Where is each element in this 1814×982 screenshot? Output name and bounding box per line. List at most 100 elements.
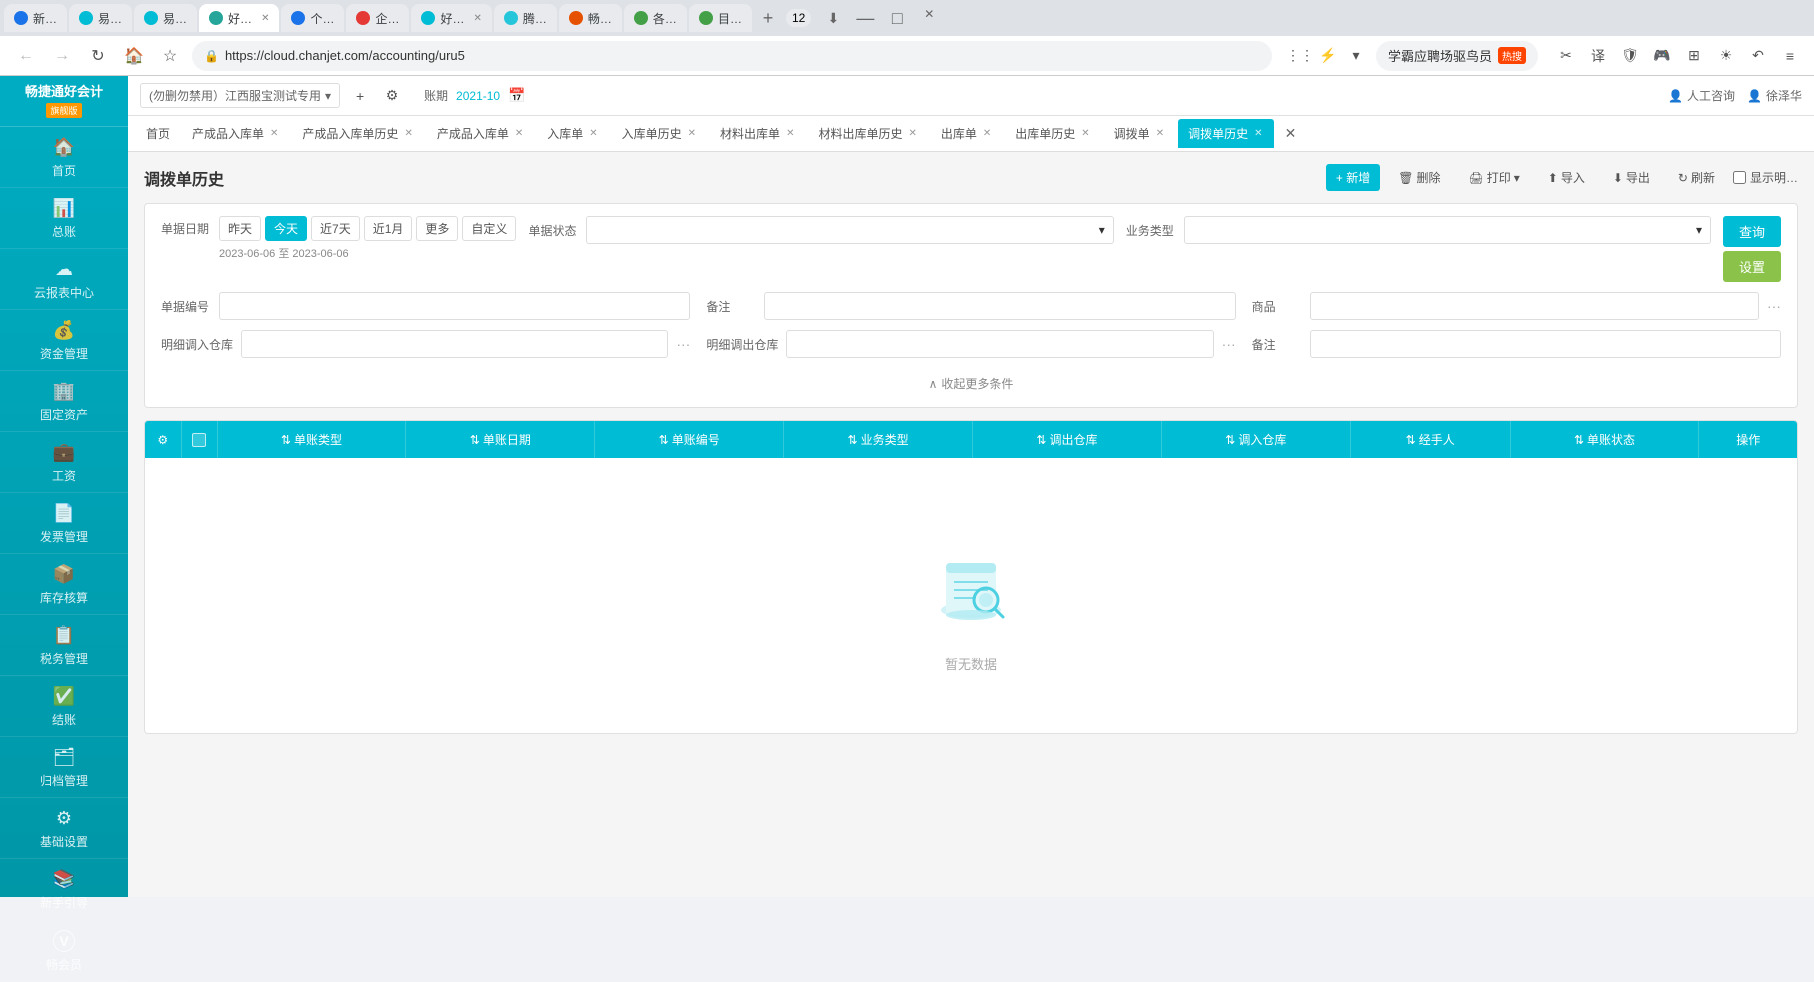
- tab-transfer-history[interactable]: 调拨单历史 ✕: [1178, 119, 1274, 148]
- tab-close-icon[interactable]: ✕: [261, 13, 269, 24]
- settings-gear-icon[interactable]: ⚙: [157, 433, 168, 447]
- back-button[interactable]: ←: [12, 42, 40, 70]
- date-btn-more[interactable]: 更多: [416, 216, 458, 241]
- detail-out-input[interactable]: [786, 330, 1213, 358]
- browser-tab-11[interactable]: 目…: [689, 4, 752, 32]
- sidebar-item-ledger[interactable]: 📊 总账: [0, 188, 128, 249]
- delete-button[interactable]: 🗑 删除: [1388, 164, 1450, 191]
- tab-material-outbound-history[interactable]: 材料出库单历史 ✕: [808, 119, 928, 148]
- import-button[interactable]: ⬆ 导入: [1538, 164, 1595, 191]
- game-icon[interactable]: 🎮: [1650, 44, 1674, 68]
- tab-close-icon[interactable]: ✕: [981, 127, 993, 140]
- col-status[interactable]: ⇅ 单账状态: [1510, 421, 1699, 458]
- tab-product-inbound[interactable]: 产成品入库单 ✕: [182, 119, 290, 148]
- minimize-button[interactable]: —: [851, 4, 879, 32]
- collapse-button[interactable]: ∧ 收起更多条件: [917, 372, 1026, 395]
- detail-out-more-icon[interactable]: ···: [1222, 336, 1236, 352]
- new-tab-button[interactable]: +: [754, 4, 782, 32]
- display-checkbox[interactable]: [1733, 171, 1746, 184]
- undo-icon[interactable]: ↶: [1746, 44, 1770, 68]
- browser-tab-4[interactable]: 好… ✕: [199, 4, 279, 32]
- sidebar-item-payroll[interactable]: 💼 工资: [0, 432, 128, 493]
- col-checkbox[interactable]: [181, 421, 217, 458]
- home-button[interactable]: 🏠: [120, 42, 148, 70]
- col-out-warehouse[interactable]: ⇅ 调出仓库: [973, 421, 1162, 458]
- browser-tab-2[interactable]: 易…: [69, 4, 132, 32]
- tab-transfer[interactable]: 调拨单 ✕: [1104, 119, 1176, 148]
- shield-icon[interactable]: 🛡: [1618, 44, 1642, 68]
- date-btn-7days[interactable]: 近7天: [311, 216, 360, 241]
- browser-tab-8[interactable]: 腾…: [494, 4, 557, 32]
- grid2-icon[interactable]: ⊞: [1682, 44, 1706, 68]
- col-biz-type[interactable]: ⇅ 业务类型: [784, 421, 973, 458]
- browser-tab-1[interactable]: 新…: [4, 4, 67, 32]
- product-input[interactable]: [1310, 292, 1759, 320]
- reload-button[interactable]: ↻: [84, 42, 112, 70]
- query-button[interactable]: 查询: [1723, 216, 1781, 247]
- col-settings[interactable]: ⚙: [145, 421, 181, 458]
- tab-close-icon[interactable]: ✕: [474, 13, 482, 24]
- dropdown-icon[interactable]: ▾: [1344, 44, 1368, 68]
- translate-icon[interactable]: 译: [1586, 44, 1610, 68]
- date-btn-1month[interactable]: 近1月: [364, 216, 413, 241]
- tab-outbound-history[interactable]: 出库单历史 ✕: [1005, 119, 1101, 148]
- tab-close-icon[interactable]: ✕: [1079, 127, 1091, 140]
- sidebar-item-assets[interactable]: 🏢 固定资产: [0, 371, 128, 432]
- menu-icon[interactable]: ≡: [1778, 44, 1802, 68]
- tab-close-icon[interactable]: ✕: [906, 127, 918, 140]
- tab-outbound[interactable]: 出库单 ✕: [931, 119, 1003, 148]
- add-company-icon[interactable]: +: [348, 84, 372, 108]
- display-toggle[interactable]: 显示明…: [1733, 169, 1798, 186]
- settings-button[interactable]: 设置: [1723, 251, 1781, 282]
- sidebar-item-archive[interactable]: 🗂 归档管理: [0, 737, 128, 798]
- col-handler[interactable]: ⇅ 经手人: [1350, 421, 1510, 458]
- user-info[interactable]: 👤 徐泽华: [1747, 87, 1802, 104]
- col-number[interactable]: ⇅ 单账编号: [595, 421, 784, 458]
- tab-close-icon[interactable]: ✕: [402, 127, 414, 140]
- browser-tab-7[interactable]: 好… ✕: [411, 4, 491, 32]
- grid-icon[interactable]: ⋮⋮: [1288, 44, 1312, 68]
- note2-input[interactable]: [1310, 330, 1781, 358]
- print-button[interactable]: 🖨 打印 ▾: [1458, 164, 1529, 191]
- sidebar-item-invoice[interactable]: 📄 发票管理: [0, 493, 128, 554]
- calendar-icon[interactable]: 📅: [508, 87, 525, 104]
- date-btn-today[interactable]: 今天: [265, 216, 307, 241]
- sidebar-item-tax[interactable]: 📋 税务管理: [0, 615, 128, 676]
- new-button[interactable]: + 新增: [1326, 164, 1380, 191]
- sidebar-item-guide[interactable]: 📚 新手引导: [0, 859, 128, 920]
- scissors-icon[interactable]: ✂: [1554, 44, 1578, 68]
- tab-downloads-icon[interactable]: ⬇: [819, 4, 847, 32]
- tab-inbound[interactable]: 入库单 ✕: [537, 119, 609, 148]
- date-btn-yesterday[interactable]: 昨天: [219, 216, 261, 241]
- close-button[interactable]: ✕: [915, 4, 943, 24]
- address-input[interactable]: 🔒 https://cloud.chanjet.com/accounting/u…: [192, 41, 1272, 71]
- browser-tab-10[interactable]: 各…: [624, 4, 687, 32]
- sun-icon[interactable]: ☀: [1714, 44, 1738, 68]
- browser-tab-9[interactable]: 畅…: [559, 4, 622, 32]
- note-input[interactable]: [764, 292, 1235, 320]
- sidebar-item-inventory[interactable]: 📦 库存核算: [0, 554, 128, 615]
- status-select[interactable]: ▾: [586, 216, 1113, 244]
- doc-num-input[interactable]: [219, 292, 690, 320]
- tab-close-icon[interactable]: ✕: [1154, 127, 1166, 140]
- sidebar-item-closing[interactable]: ✅ 结账: [0, 676, 128, 737]
- close-all-tabs-icon[interactable]: ✕: [1280, 124, 1300, 144]
- date-btn-custom[interactable]: 自定义: [462, 216, 516, 241]
- business-type-select[interactable]: ▾: [1184, 216, 1711, 244]
- tab-product-inbound-history[interactable]: 产成品入库单历史 ✕: [292, 119, 424, 148]
- sidebar-item-settings[interactable]: ⚙ 基础设置: [0, 798, 128, 859]
- tab-close-icon[interactable]: ✕: [268, 127, 280, 140]
- col-in-warehouse[interactable]: ⇅ 调入仓库: [1161, 421, 1350, 458]
- tab-material-outbound[interactable]: 材料出库单 ✕: [710, 119, 806, 148]
- browser-tab-5[interactable]: 个…: [281, 4, 344, 32]
- sidebar-item-home[interactable]: 🏠 首页: [0, 127, 128, 188]
- browser-tab-6[interactable]: 企…: [346, 4, 409, 32]
- tab-product-inbound2[interactable]: 产成品入库单 ✕: [427, 119, 535, 148]
- select-all-checkbox[interactable]: [192, 433, 206, 447]
- company-settings-icon[interactable]: ⚙: [380, 84, 404, 108]
- lightning-icon[interactable]: ⚡: [1316, 44, 1340, 68]
- tab-close-icon[interactable]: ✕: [686, 127, 698, 140]
- sidebar-item-member[interactable]: V 畅会员: [0, 920, 128, 982]
- refresh-button[interactable]: ↻ 刷新: [1668, 164, 1725, 191]
- detail-in-input[interactable]: [241, 330, 668, 358]
